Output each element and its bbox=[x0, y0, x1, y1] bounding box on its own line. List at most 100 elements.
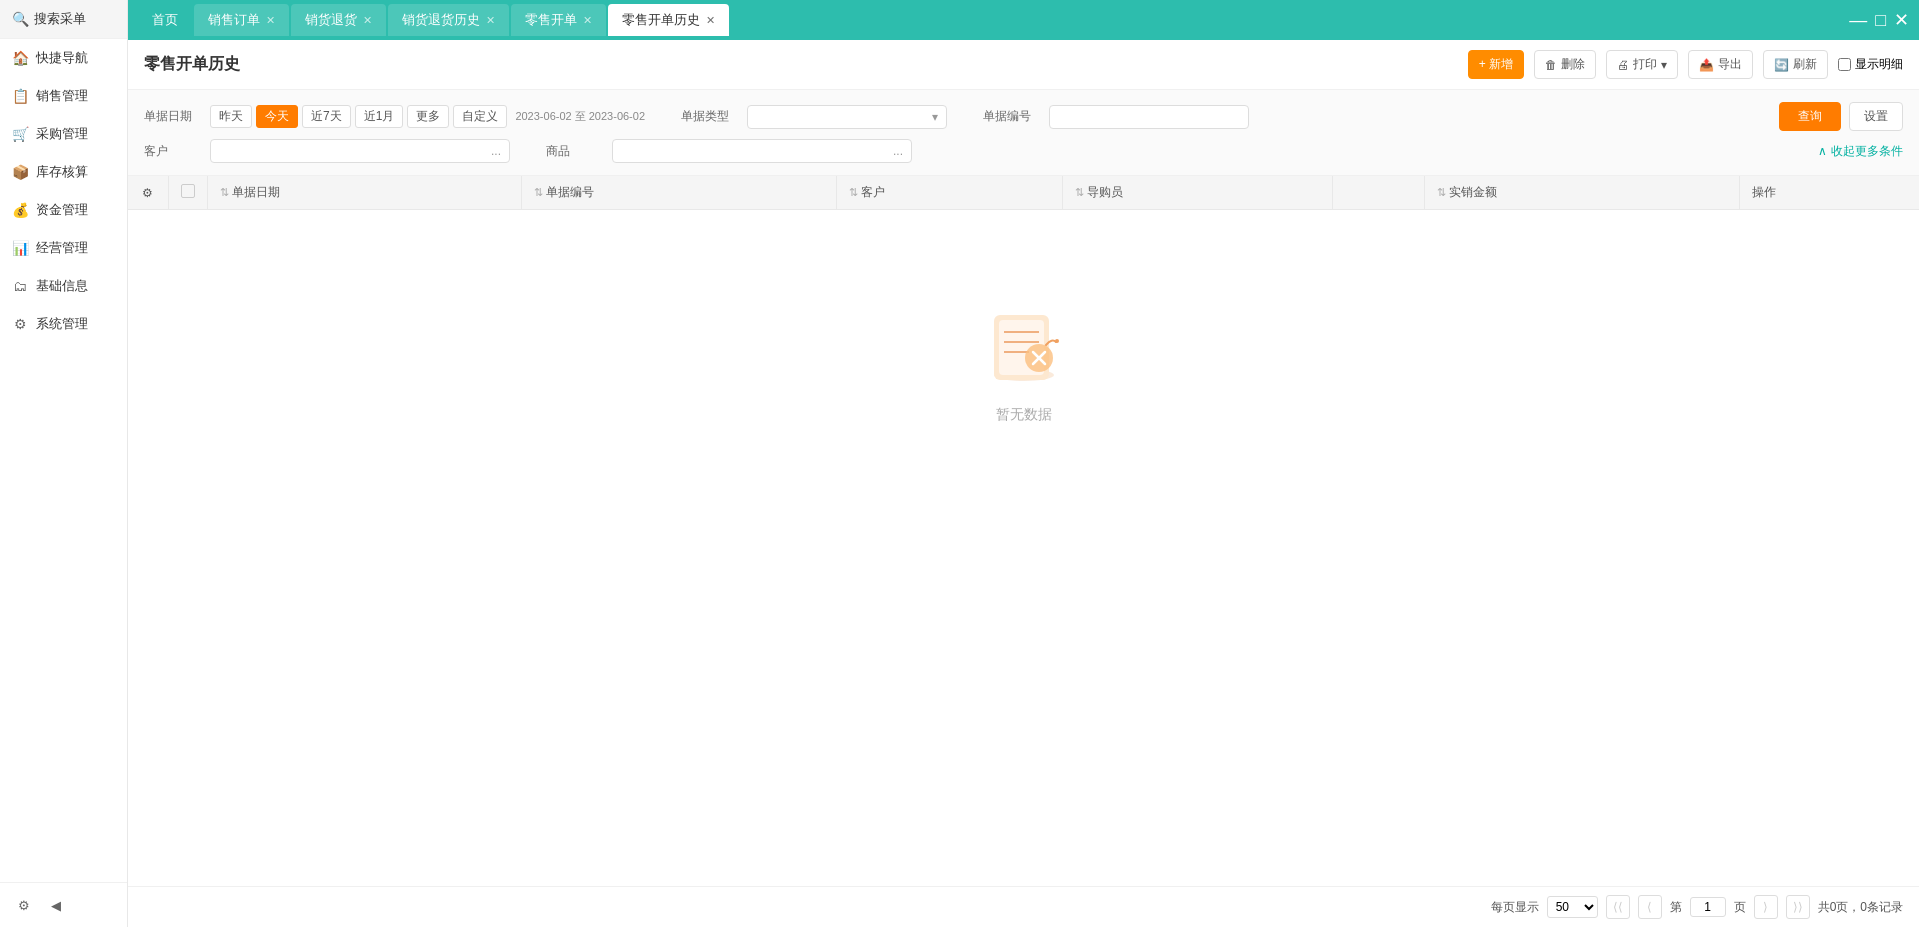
delete-button[interactable]: 🗑 删除 bbox=[1534, 50, 1596, 79]
select-all-checkbox[interactable] bbox=[181, 184, 195, 198]
tab-sales-order-close[interactable]: ✕ bbox=[266, 14, 275, 27]
empty-text: 暂无数据 bbox=[996, 406, 1052, 424]
sidebar-item-ops-mgmt[interactable]: 📊 经营管理 bbox=[0, 229, 127, 267]
tab-retail-open-close[interactable]: ✕ bbox=[583, 14, 592, 27]
th-salesperson[interactable]: 导购员 bbox=[1062, 176, 1332, 210]
tab-retail-open-history[interactable]: 零售开单历史 ✕ bbox=[608, 4, 729, 36]
goods-dots[interactable]: ... bbox=[893, 144, 903, 158]
query-button[interactable]: 查询 bbox=[1779, 102, 1841, 131]
tab-home-label: 首页 bbox=[152, 11, 178, 29]
sales-icon: 📋 bbox=[12, 88, 28, 104]
window-controls: — □ ✕ bbox=[1849, 11, 1909, 29]
sidebar-item-quick-nav[interactable]: 🏠 快捷导航 bbox=[0, 39, 127, 77]
filter-dates: 昨天 今天 近7天 近1月 更多 自定义 2023-06-02 至 2023-0… bbox=[210, 105, 645, 128]
inventory-icon: 📦 bbox=[12, 164, 28, 180]
th-amount[interactable]: 实销金额 bbox=[1425, 176, 1740, 210]
page-suffix: 页 bbox=[1734, 899, 1746, 916]
date-custom-btn[interactable]: 自定义 bbox=[453, 105, 507, 128]
th-check[interactable] bbox=[168, 176, 207, 210]
page-label: 第 bbox=[1670, 899, 1682, 916]
toolbar: + 新增 🗑 删除 🖨 打印 ▾ 📤 导出 🔄 刷新 bbox=[1468, 50, 1903, 79]
th-spacer bbox=[1332, 176, 1424, 210]
tab-retail-open-history-label: 零售开单历史 bbox=[622, 11, 700, 29]
delete-icon: 🗑 bbox=[1545, 58, 1557, 72]
prev-page-btn[interactable]: ⟨ bbox=[1638, 895, 1662, 919]
sidebar-item-sys-mgmt[interactable]: ⚙ 系统管理 bbox=[0, 305, 127, 343]
date-7days-btn[interactable]: 近7天 bbox=[302, 105, 351, 128]
tab-sales-return-label: 销货退货 bbox=[305, 11, 357, 29]
print-dropdown-icon: ▾ bbox=[1661, 58, 1667, 72]
sidebar-item-label: 库存核算 bbox=[36, 163, 88, 181]
filter-action-buttons: 查询 设置 bbox=[1779, 102, 1903, 131]
date-1month-btn[interactable]: 近1月 bbox=[355, 105, 404, 128]
collapse-sidebar-icon[interactable]: ◀ bbox=[44, 893, 68, 917]
th-action: 操作 bbox=[1740, 176, 1919, 210]
empty-illustration bbox=[974, 290, 1074, 390]
tab-sales-return-history-label: 销货退货历史 bbox=[402, 11, 480, 29]
bill-no-label: 单据编号 bbox=[983, 108, 1033, 125]
bill-type-select[interactable]: ▾ bbox=[747, 105, 947, 129]
th-gear[interactable]: ⚙ bbox=[128, 176, 168, 210]
pagination: 每页显示 10 20 50 100 ⟨⟨ ⟨ 第 1 页 ⟩ ⟩⟩ 共0页，0条… bbox=[128, 886, 1919, 927]
home-icon: 🏠 bbox=[12, 50, 28, 66]
th-date[interactable]: 单据日期 bbox=[207, 176, 522, 210]
sidebar-item-label: 经营管理 bbox=[36, 239, 88, 257]
customer-input-wrapper[interactable]: ... bbox=[210, 139, 510, 163]
page-content: 零售开单历史 + 新增 🗑 删除 🖨 打印 ▾ 📤 导出 🔄 bbox=[128, 40, 1919, 927]
tab-sales-return-history[interactable]: 销货退货历史 ✕ bbox=[388, 4, 509, 36]
tab-home[interactable]: 首页 bbox=[138, 4, 192, 36]
chevron-up-icon: ∧ bbox=[1818, 144, 1827, 158]
page-size-label: 每页显示 bbox=[1491, 899, 1539, 916]
next-page-btn[interactable]: ⟩ bbox=[1754, 895, 1778, 919]
refresh-button[interactable]: 🔄 刷新 bbox=[1763, 50, 1828, 79]
main-area: 首页 销售订单 ✕ 销货退货 ✕ 销货退货历史 ✕ 零售开单 ✕ 零售开单历史 … bbox=[128, 0, 1919, 927]
sidebar-item-inventory[interactable]: 📦 库存核算 bbox=[0, 153, 127, 191]
tab-retail-open-history-close[interactable]: ✕ bbox=[706, 14, 715, 27]
date-label: 单据日期 bbox=[144, 108, 194, 125]
sidebar-item-sales-mgmt[interactable]: 📋 销售管理 bbox=[0, 77, 127, 115]
tab-sales-return[interactable]: 销货退货 ✕ bbox=[291, 4, 386, 36]
sidebar-item-basic-info[interactable]: 🗂 基础信息 bbox=[0, 267, 127, 305]
display-detail-checkbox[interactable]: 显示明细 bbox=[1838, 56, 1903, 73]
sidebar-bottom: ⚙ ◀ bbox=[0, 882, 127, 927]
sidebar-item-finance[interactable]: 💰 资金管理 bbox=[0, 191, 127, 229]
th-no[interactable]: 单据编号 bbox=[522, 176, 837, 210]
page-size-select[interactable]: 10 20 50 100 bbox=[1547, 896, 1598, 918]
settings-filter-button[interactable]: 设置 bbox=[1849, 102, 1903, 131]
tab-sales-order[interactable]: 销售订单 ✕ bbox=[194, 4, 289, 36]
settings-icon[interactable]: ⚙ bbox=[12, 893, 36, 917]
page-title: 零售开单历史 bbox=[144, 54, 240, 75]
tab-retail-open[interactable]: 零售开单 ✕ bbox=[511, 4, 606, 36]
display-detail-input[interactable] bbox=[1838, 58, 1851, 71]
sidebar-item-label: 采购管理 bbox=[36, 125, 88, 143]
bill-no-input[interactable] bbox=[1049, 105, 1249, 129]
th-customer[interactable]: 客户 bbox=[836, 176, 1062, 210]
tab-sales-return-close[interactable]: ✕ bbox=[363, 14, 372, 27]
date-today-btn[interactable]: 今天 bbox=[256, 105, 298, 128]
last-page-btn[interactable]: ⟩⟩ bbox=[1786, 895, 1810, 919]
sidebar-item-label: 资金管理 bbox=[36, 201, 88, 219]
add-button[interactable]: + 新增 bbox=[1468, 50, 1524, 79]
minimize-button[interactable]: — bbox=[1849, 11, 1867, 29]
date-more-btn[interactable]: 更多 bbox=[407, 105, 449, 128]
bill-type-label: 单据类型 bbox=[681, 108, 731, 125]
first-page-btn[interactable]: ⟨⟨ bbox=[1606, 895, 1630, 919]
basic-info-icon: 🗂 bbox=[12, 278, 28, 294]
data-table: ⚙ 单据日期 单据编号 客户 导购员 实销金额 操作 bbox=[128, 176, 1919, 210]
sidebar-search[interactable]: 🔍 搜索采单 bbox=[0, 0, 127, 39]
export-button[interactable]: 📤 导出 bbox=[1688, 50, 1753, 79]
goods-input-wrapper[interactable]: ... bbox=[612, 139, 912, 163]
date-yesterday-btn[interactable]: 昨天 bbox=[210, 105, 252, 128]
page-header: 零售开单历史 + 新增 🗑 删除 🖨 打印 ▾ 📤 导出 🔄 bbox=[128, 40, 1919, 90]
print-button[interactable]: 🖨 打印 ▾ bbox=[1606, 50, 1678, 79]
total-text: 共0页，0条记录 bbox=[1818, 899, 1903, 916]
close-window-button[interactable]: ✕ bbox=[1894, 11, 1909, 29]
sidebar-item-purchase-mgmt[interactable]: 🛒 采购管理 bbox=[0, 115, 127, 153]
customer-dots[interactable]: ... bbox=[491, 144, 501, 158]
goods-label: 商品 bbox=[546, 143, 596, 160]
tab-sales-return-history-close[interactable]: ✕ bbox=[486, 14, 495, 27]
collapse-btn[interactable]: ∧ 收起更多条件 bbox=[1818, 143, 1903, 160]
maximize-button[interactable]: □ bbox=[1875, 11, 1886, 29]
page-number-input[interactable]: 1 bbox=[1690, 897, 1726, 917]
top-nav: 首页 销售订单 ✕ 销货退货 ✕ 销货退货历史 ✕ 零售开单 ✕ 零售开单历史 … bbox=[128, 0, 1919, 40]
